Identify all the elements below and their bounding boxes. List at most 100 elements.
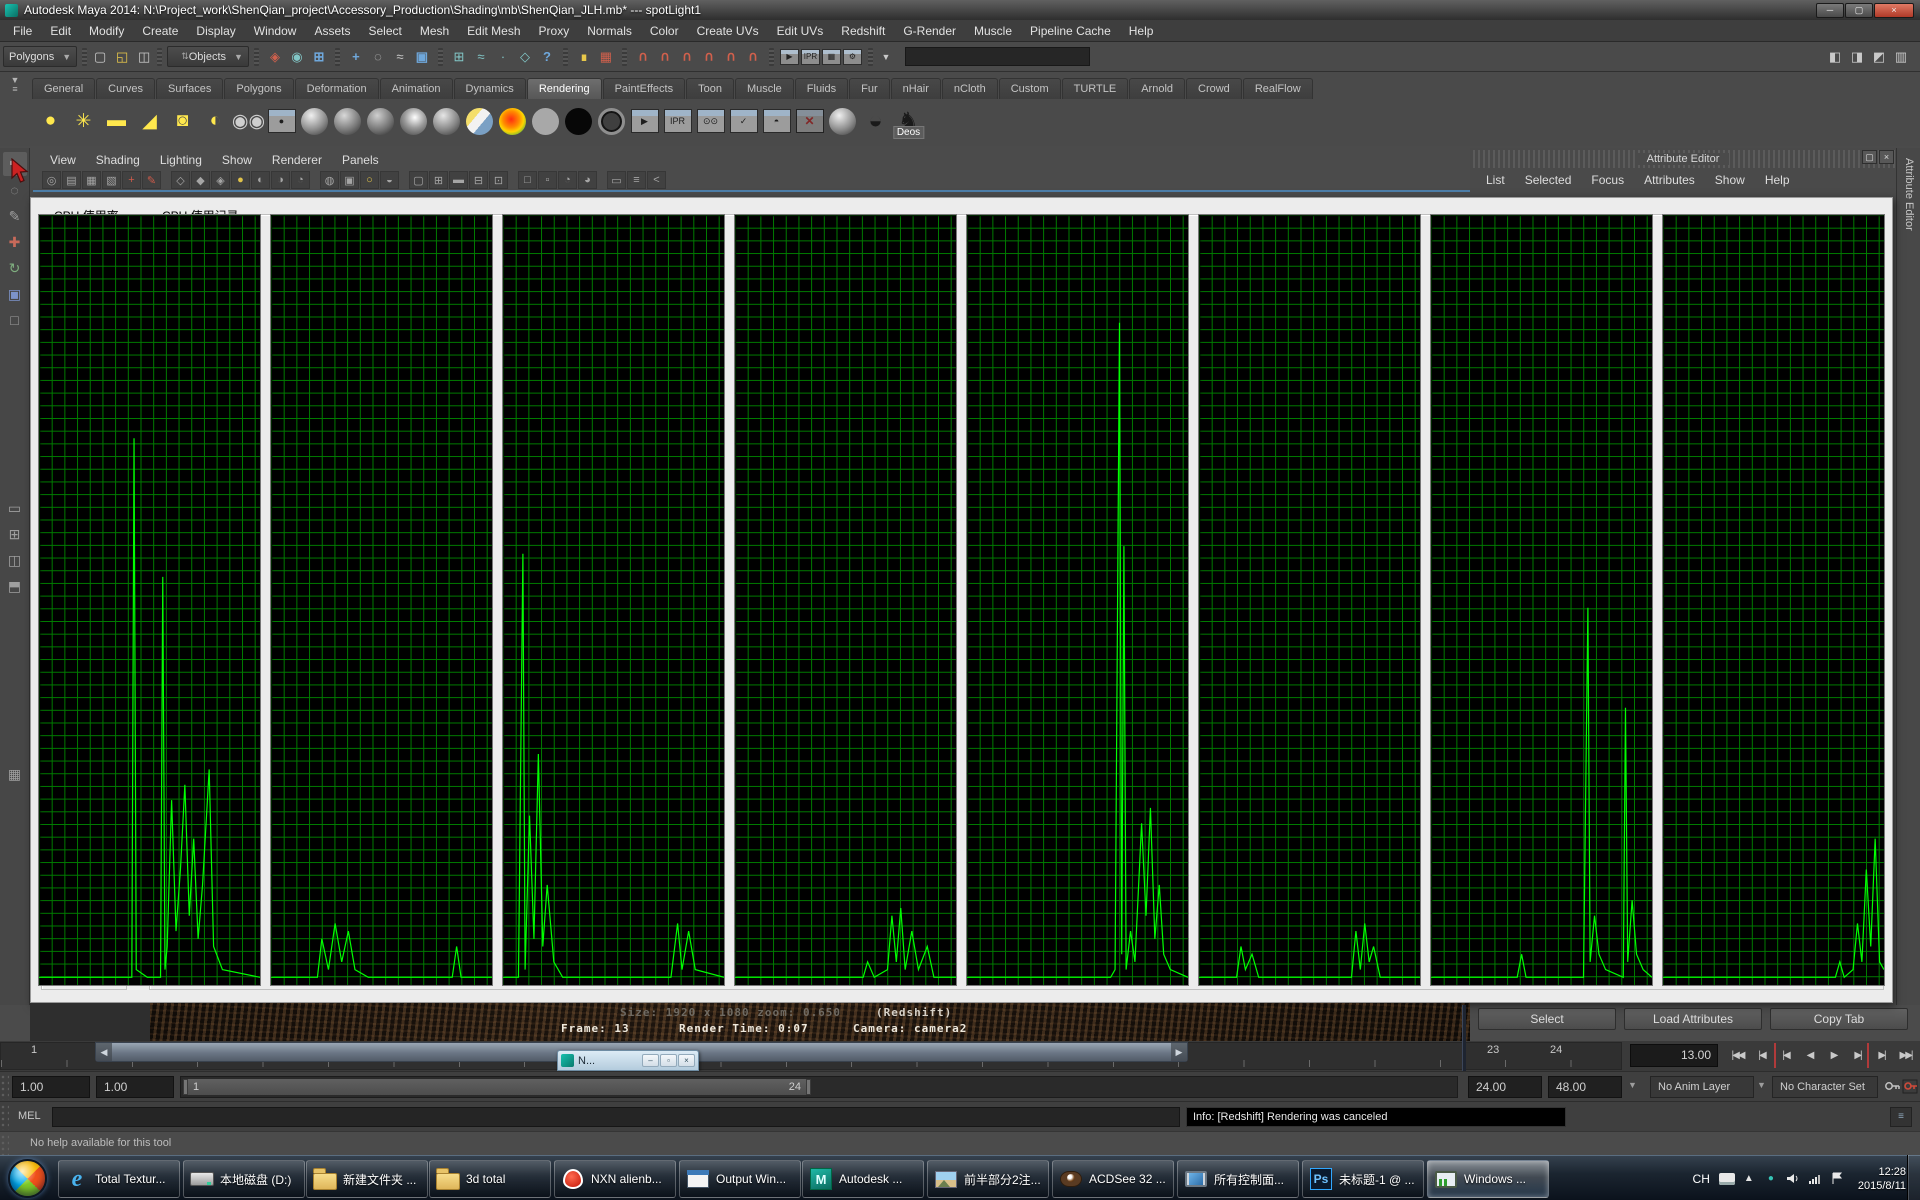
- playback-end-field[interactable]: 24.00: [1468, 1076, 1542, 1098]
- panel-menu-shading[interactable]: Shading: [86, 150, 150, 170]
- panel-menu-view[interactable]: View: [40, 150, 86, 170]
- keyboard-layout-icon[interactable]: [1718, 1171, 1735, 1187]
- play-backwards-button[interactable]: ◀: [1798, 1043, 1821, 1068]
- batch-render-window-icon[interactable]: ✓: [727, 103, 760, 139]
- go-to-start-button[interactable]: |◀◀: [1726, 1043, 1749, 1068]
- row-grip[interactable]: [0, 1104, 9, 1130]
- textured-mode-icon[interactable]: ◈: [211, 171, 230, 189]
- shelf-menu-arrows[interactable]: ▼ ≡: [4, 76, 26, 94]
- menu-edit-uvs[interactable]: Edit UVs: [768, 20, 833, 42]
- shelf-tab-realflow[interactable]: RealFlow: [1242, 78, 1313, 99]
- toggle-tool-settings-icon[interactable]: ◩: [1869, 47, 1889, 67]
- menu-g-render[interactable]: G-Render: [894, 20, 965, 42]
- menu-edit[interactable]: Edit: [41, 20, 80, 42]
- script-editor-button[interactable]: ≡: [1890, 1107, 1912, 1127]
- range-slider[interactable]: 1 24: [180, 1076, 1458, 1098]
- scroll-right-arrow[interactable]: ▶: [1171, 1043, 1187, 1061]
- highlight-line-icon[interactable]: ≈: [390, 47, 410, 67]
- two-d-pan-zoom-icon[interactable]: +: [122, 171, 141, 189]
- auto-keyframe-icon[interactable]: [1902, 1078, 1919, 1095]
- current-time-field[interactable]: 13.00: [1630, 1044, 1718, 1067]
- taskbar-item-item[interactable]: 所有控制面...: [1177, 1160, 1299, 1198]
- xray-icon[interactable]: □: [518, 171, 537, 189]
- menu-modify[interactable]: Modify: [80, 20, 133, 42]
- taskbar-item-total-textur[interactable]: e Total Textur...: [58, 1160, 180, 1198]
- phong-ball-icon[interactable]: [397, 103, 430, 139]
- lock-selection-icon[interactable]: ∎: [574, 47, 594, 67]
- select-objects-icon[interactable]: ◉: [287, 47, 307, 67]
- scroll-left-arrow[interactable]: ◀: [96, 1043, 112, 1061]
- ae-restore-button[interactable]: ▢: [1862, 150, 1877, 164]
- task-manager-cpu-window[interactable]: CPU 使用率 0 % CPU 使用记录: [30, 197, 1893, 1003]
- select-button[interactable]: Select: [1478, 1008, 1616, 1030]
- snapshot-icon[interactable]: ▭: [607, 171, 626, 189]
- taskbar-item-d[interactable]: 本地磁盘 (D:): [183, 1160, 305, 1198]
- quick-rename-input[interactable]: [904, 47, 1090, 66]
- panel-menu-panels[interactable]: Panels: [332, 150, 389, 170]
- field-expand-arrow-icon[interactable]: ▼: [876, 47, 896, 67]
- point-light-icon[interactable]: ●: [34, 103, 67, 139]
- shadow-toggle-icon[interactable]: ◒: [380, 171, 399, 189]
- panel-menu-lighting[interactable]: Lighting: [150, 150, 212, 170]
- scale-tool-icon[interactable]: ▣: [3, 282, 27, 306]
- phonge-ball-icon[interactable]: [430, 103, 463, 139]
- start-button[interactable]: [8, 1159, 47, 1198]
- shelf-tab-rendering[interactable]: Rendering: [526, 78, 602, 99]
- panel-menu-renderer[interactable]: Renderer: [262, 150, 332, 170]
- menu-create[interactable]: Create: [133, 20, 187, 42]
- step-back-frame-button[interactable]: |◀: [1750, 1043, 1773, 1068]
- menu-help[interactable]: Help: [1120, 20, 1163, 42]
- taskbar-item-output-win[interactable]: Output Win...: [679, 1160, 801, 1198]
- input-language-indicator[interactable]: CH: [1693, 1172, 1710, 1186]
- four-pane-layout-icon[interactable]: ⊞: [3, 522, 27, 546]
- shelf-tab-turtle[interactable]: TURTLE: [1061, 78, 1129, 99]
- menu-display[interactable]: Display: [187, 20, 244, 42]
- menu-create-uvs[interactable]: Create UVs: [688, 20, 768, 42]
- menu-normals[interactable]: Normals: [578, 20, 641, 42]
- render-current-frame-icon[interactable]: ▶: [779, 48, 799, 65]
- taskbar-item-autodesk[interactable]: M Autodesk ...: [802, 1160, 924, 1198]
- help-icon[interactable]: ?: [537, 47, 557, 67]
- show-desktop-button[interactable]: [1907, 1155, 1920, 1200]
- menu-assets[interactable]: Assets: [305, 20, 359, 42]
- surface-shader-ball-icon[interactable]: [298, 103, 331, 139]
- persp-outliner-layout-icon[interactable]: ◫: [3, 548, 27, 572]
- ae-menu-attributes[interactable]: Attributes: [1634, 170, 1705, 190]
- snap-point-icon[interactable]: ∙: [493, 47, 513, 67]
- use-all-lights-icon[interactable]: ●: [231, 171, 250, 189]
- gate-mask-icon[interactable]: ⊟: [469, 171, 488, 189]
- menu-muscle[interactable]: Muscle: [965, 20, 1021, 42]
- deos-shelf-item[interactable]: ♞ Deos: [892, 103, 925, 139]
- stereo-camera-icon[interactable]: ◉◉: [232, 103, 265, 139]
- shelf-tab-painteffects[interactable]: PaintEffects: [602, 78, 686, 99]
- render-view-window-icon[interactable]: ▶: [628, 103, 661, 139]
- menu-mesh[interactable]: Mesh: [411, 20, 458, 42]
- shelf-tab-fur[interactable]: Fur: [849, 78, 890, 99]
- menu-set-dropdown[interactable]: Polygons ▼: [3, 46, 78, 67]
- ae-menu-focus[interactable]: Focus: [1581, 170, 1634, 190]
- ao-icon[interactable]: ◑: [271, 171, 290, 189]
- hypershade-layout-icon[interactable]: ⬒: [3, 574, 27, 598]
- taskbar-item-2[interactable]: 前半部分2注...: [927, 1160, 1049, 1198]
- step-back-key-button[interactable]: |◀: [1774, 1043, 1797, 1068]
- shelf-tab-custom[interactable]: Custom: [998, 78, 1061, 99]
- character-set-dropdown[interactable]: No Character Set: [1772, 1076, 1878, 1098]
- toggle-channel-box-icon[interactable]: ▥: [1891, 47, 1911, 67]
- shelf-tab-toon[interactable]: Toon: [686, 78, 734, 99]
- ae-menu-list[interactable]: List: [1476, 170, 1515, 190]
- save-scene-icon[interactable]: ◫: [134, 47, 154, 67]
- network-icon[interactable]: [1807, 1171, 1823, 1187]
- shelf-tab-arnold[interactable]: Arnold: [1129, 78, 1186, 99]
- range-end-handle[interactable]: [806, 1079, 811, 1095]
- area-light-icon[interactable]: ▬: [100, 103, 133, 139]
- shaded-ball-window-icon[interactable]: ●: [265, 103, 298, 139]
- gamma-icon[interactable]: ◕: [578, 171, 597, 189]
- render-settings-icon[interactable]: ⚙: [842, 48, 862, 65]
- taskbar-item-nxn-alienb[interactable]: NXN alienb...: [554, 1160, 676, 1198]
- mel-command-input[interactable]: [52, 1107, 1180, 1127]
- playback-start-field[interactable]: 1.00: [96, 1076, 174, 1098]
- shelf-tab-crowd[interactable]: Crowd: [1186, 78, 1242, 99]
- light-toggle-icon[interactable]: ○: [360, 171, 379, 189]
- selection-mode-dropdown[interactable]: ⇅ Objects ▼: [167, 46, 249, 67]
- shelf-tab-fluids[interactable]: Fluids: [794, 78, 849, 99]
